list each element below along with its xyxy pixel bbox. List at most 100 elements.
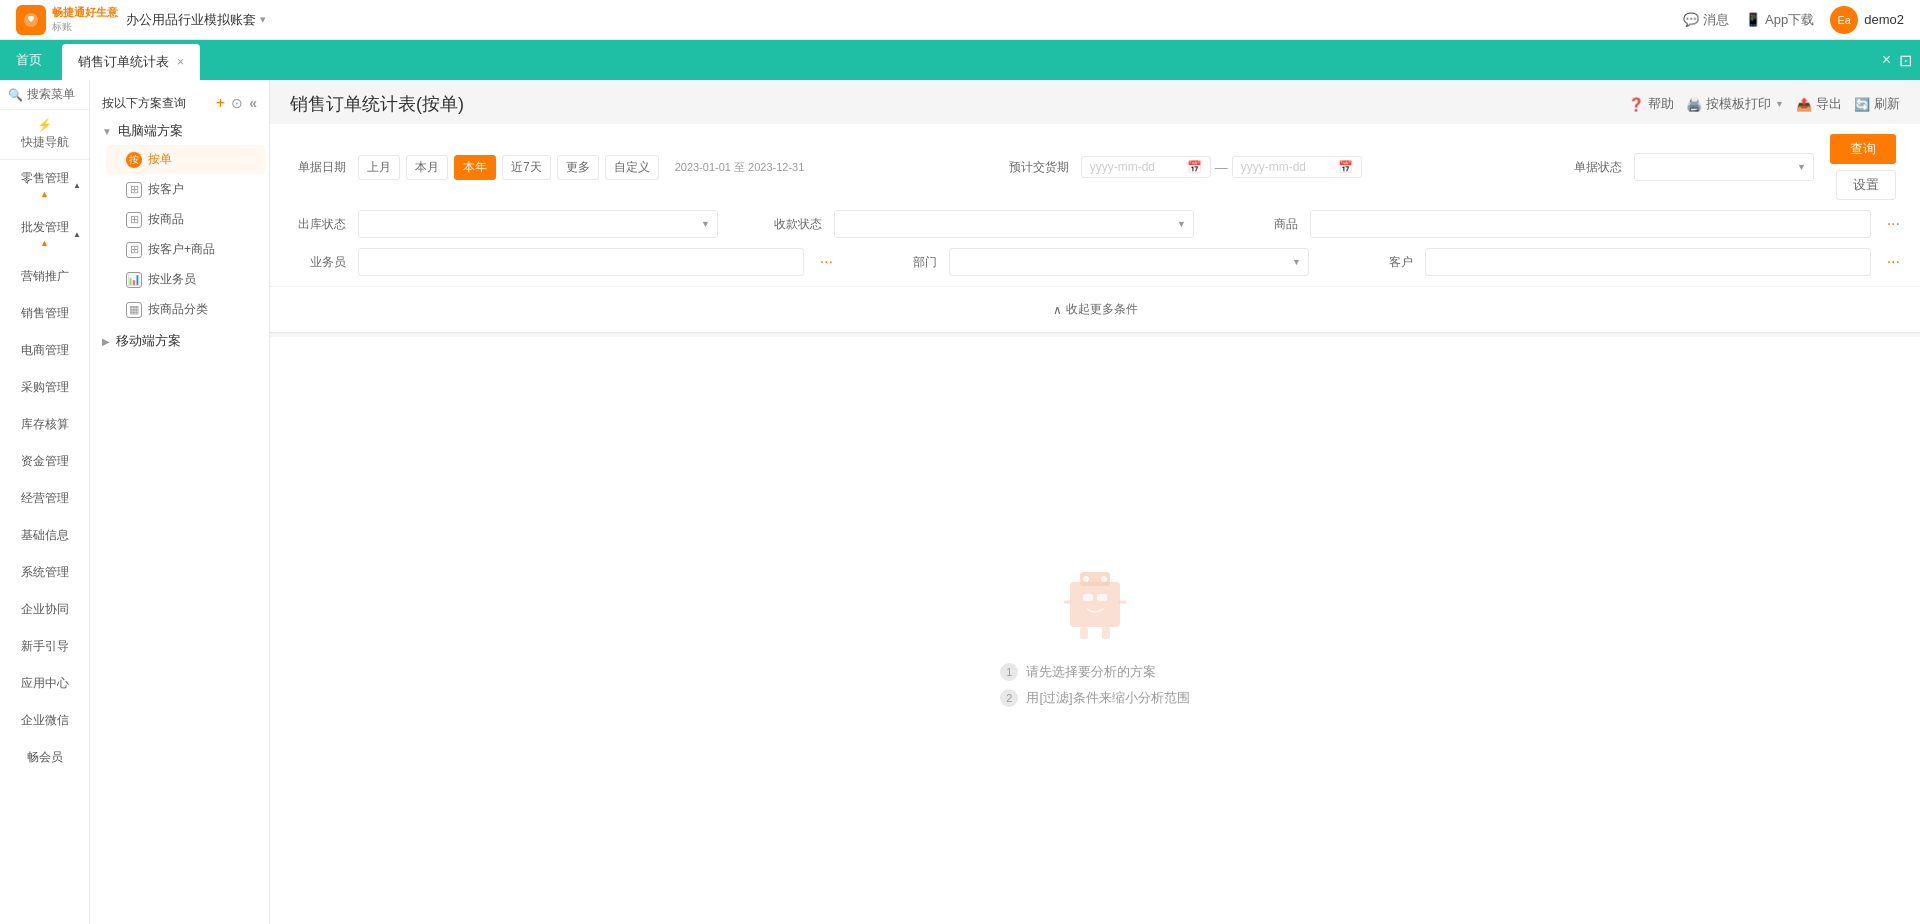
- customer-input[interactable]: [1425, 248, 1871, 276]
- refresh-button[interactable]: 🔄 刷新: [1854, 95, 1900, 113]
- salesman-input[interactable]: [358, 248, 804, 276]
- main-layout: 🔍 搜索菜单 ⚡ 快捷导航 零售管理 ▲ 批发管理 ▲ 营销推广 销售管理 电商…: [0, 80, 1920, 924]
- sidebar-section: 零售管理 ▲ 批发管理 ▲ 营销推广 销售管理 电商管理 采购管理 库存核算: [0, 159, 89, 776]
- date-custom-button[interactable]: 自定义: [605, 155, 659, 180]
- date-range-text: 2023-01-01 至 2023-12-31: [675, 160, 805, 175]
- filter-row-3: 业务员 ··· 部门 客户 ···: [290, 248, 1900, 276]
- page-header-actions: ❓ 帮助 🖨️ 按模板打印 ▼ 📤 导出 🔄 刷新: [1628, 95, 1900, 113]
- settings-scheme-button[interactable]: ⊙: [231, 95, 243, 111]
- collapse-panel-button[interactable]: «: [249, 95, 257, 111]
- sidebar-item-sales[interactable]: 销售管理: [0, 295, 89, 332]
- sidebar-item-ecommerce[interactable]: 电商管理: [0, 332, 89, 369]
- sidebar-item-basic[interactable]: 基础信息: [0, 517, 89, 554]
- doc-status-select[interactable]: [1634, 153, 1814, 181]
- expected-date-end-input[interactable]: yyyy-mm-dd 📅: [1232, 156, 1362, 178]
- ship-status-select[interactable]: [358, 210, 718, 238]
- tab-home[interactable]: 首页: [0, 40, 58, 80]
- ship-status-select-wrap: [358, 210, 718, 238]
- page-header: 销售订单统计表(按单) ❓ 帮助 🖨️ 按模板打印 ▼ 📤 导出: [270, 80, 1920, 124]
- template-print-button[interactable]: 🖨️ 按模板打印 ▼: [1686, 95, 1784, 113]
- query-button[interactable]: 查询: [1830, 134, 1896, 164]
- customer-more-icon[interactable]: ···: [1887, 253, 1900, 271]
- filter-wrap: 单据日期 上月 本月 本年 近7天 更多 自定义 2023-01-01 至 20…: [270, 124, 1920, 333]
- scheme-item-by-order[interactable]: 按 按单: [106, 145, 265, 174]
- app-download-button[interactable]: 📱 App下载: [1745, 11, 1814, 29]
- calendar-start-icon: 📅: [1187, 160, 1202, 174]
- sidebar-item-member[interactable]: 畅会员: [0, 739, 89, 776]
- svg-rect-4: [1083, 594, 1093, 601]
- sidebar-item-quick-nav[interactable]: ⚡ 快捷导航: [0, 110, 89, 159]
- hint-1-text: 请先选择要分析的方案: [1026, 663, 1156, 681]
- mobile-category-arrow-icon: ▶: [102, 336, 110, 347]
- sidebar-item-enterprise[interactable]: 企业协同: [0, 591, 89, 628]
- scheme-icon-goods-category: ▦: [126, 302, 142, 318]
- collapse-filter-button[interactable]: ∧ 收起更多条件: [270, 293, 1920, 326]
- expected-date-inputs: yyyy-mm-dd 📅 — yyyy-mm-dd 📅: [1081, 156, 1362, 178]
- receive-status-select[interactable]: [834, 210, 1194, 238]
- date-this-year-button[interactable]: 本年: [454, 155, 496, 180]
- sidebar-item-finance[interactable]: 资金管理: [0, 443, 89, 480]
- date-last7-button[interactable]: 近7天: [502, 155, 551, 180]
- sidebar-item-operation[interactable]: 经营管理: [0, 480, 89, 517]
- goods-input[interactable]: [1310, 210, 1871, 238]
- sidebar-item-purchase[interactable]: 采购管理: [0, 369, 89, 406]
- scheme-item-by-customer[interactable]: ⊞ 按客户: [106, 175, 265, 204]
- settings-button[interactable]: 设置: [1836, 170, 1896, 200]
- sidebar-item-retail[interactable]: 零售管理 ▲: [0, 160, 89, 209]
- svg-point-3: [1101, 576, 1107, 582]
- print-icon: 🖨️: [1686, 97, 1702, 112]
- content-area: 按以下方案查询 + ⊙ « ▼ 电脑端方案 按 按单 ⊞ 按: [90, 80, 1920, 924]
- message-icon: 💬: [1683, 12, 1699, 27]
- empty-illustration: [1045, 547, 1145, 647]
- scheme-icon-goods: ⊞: [126, 212, 142, 228]
- top-bar: 畅捷通好生意 标账 办公用品行业模拟账套 ▾ 💬 消息 📱 App下载 Ea d…: [0, 0, 1920, 40]
- tab-maximize-icon[interactable]: ⊡: [1899, 51, 1912, 70]
- hint-1-number: 1: [1000, 663, 1018, 681]
- app-title[interactable]: 办公用品行业模拟账套 ▾: [126, 11, 266, 29]
- expected-date-start-input[interactable]: yyyy-mm-dd 📅: [1081, 156, 1211, 178]
- date-more-button[interactable]: 更多: [557, 155, 599, 180]
- receive-status-label: 收款状态: [766, 216, 822, 233]
- sidebar-item-wholesale[interactable]: 批发管理 ▲: [0, 209, 89, 258]
- department-label: 部门: [881, 254, 937, 271]
- sidebar-item-marketing[interactable]: 营销推广: [0, 258, 89, 295]
- sidebar-item-wechat[interactable]: 企业微信: [0, 702, 89, 739]
- scheme-item-by-goods-category[interactable]: ▦ 按商品分类: [106, 295, 265, 324]
- svg-rect-5: [1097, 594, 1107, 601]
- add-scheme-button[interactable]: +: [216, 94, 225, 112]
- export-button[interactable]: 📤 导出: [1796, 95, 1842, 113]
- date-this-month-button[interactable]: 本月: [406, 155, 448, 180]
- sidebar-item-system[interactable]: 系统管理: [0, 554, 89, 591]
- receive-status-select-wrap: [834, 210, 1194, 238]
- svg-rect-8: [1080, 627, 1088, 639]
- empty-hint-1: 1 请先选择要分析的方案: [1000, 663, 1189, 681]
- svg-rect-0: [1070, 582, 1120, 627]
- department-select[interactable]: [949, 248, 1309, 276]
- message-button[interactable]: 💬 消息: [1683, 11, 1729, 29]
- scheme-item-by-salesman[interactable]: 📊 按业务员: [106, 265, 265, 294]
- mobile-category[interactable]: ▶ 移动端方案: [90, 328, 269, 354]
- department-select-wrap: [949, 248, 1309, 276]
- pc-category[interactable]: ▼ 电脑端方案: [90, 118, 269, 144]
- scheme-item-by-goods[interactable]: ⊞ 按商品: [106, 205, 265, 234]
- goods-more-icon[interactable]: ···: [1887, 215, 1900, 233]
- date-last-month-button[interactable]: 上月: [358, 155, 400, 180]
- app-title-arrow-icon: ▾: [260, 13, 266, 26]
- tab-close-icon[interactable]: ×: [177, 55, 184, 69]
- calendar-end-icon: 📅: [1338, 160, 1353, 174]
- user-area[interactable]: Ea demo2: [1830, 6, 1904, 34]
- tab-sales-order-stats[interactable]: 销售订单统计表 ×: [62, 44, 200, 80]
- sidebar: 🔍 搜索菜单 ⚡ 快捷导航 零售管理 ▲ 批发管理 ▲ 营销推广 销售管理 电商…: [0, 80, 90, 924]
- sidebar-item-appstore[interactable]: 应用中心: [0, 665, 89, 702]
- sidebar-item-newbie[interactable]: 新手引导: [0, 628, 89, 665]
- tab-minimize-icon[interactable]: ×: [1882, 51, 1891, 70]
- scheme-item-by-customer-goods[interactable]: ⊞ 按客户+商品: [106, 235, 265, 264]
- mobile-category-label: 移动端方案: [116, 332, 181, 350]
- salesman-more-icon[interactable]: ···: [820, 253, 833, 271]
- search-menu-button[interactable]: 🔍 搜索菜单: [0, 80, 89, 110]
- top-bar-right: 💬 消息 📱 App下载 Ea demo2: [1683, 6, 1904, 34]
- query-btn-area: 查询 设置: [1826, 134, 1900, 200]
- sidebar-item-inventory[interactable]: 库存核算: [0, 406, 89, 443]
- user-name: demo2: [1864, 12, 1904, 27]
- help-button[interactable]: ❓ 帮助: [1628, 95, 1674, 113]
